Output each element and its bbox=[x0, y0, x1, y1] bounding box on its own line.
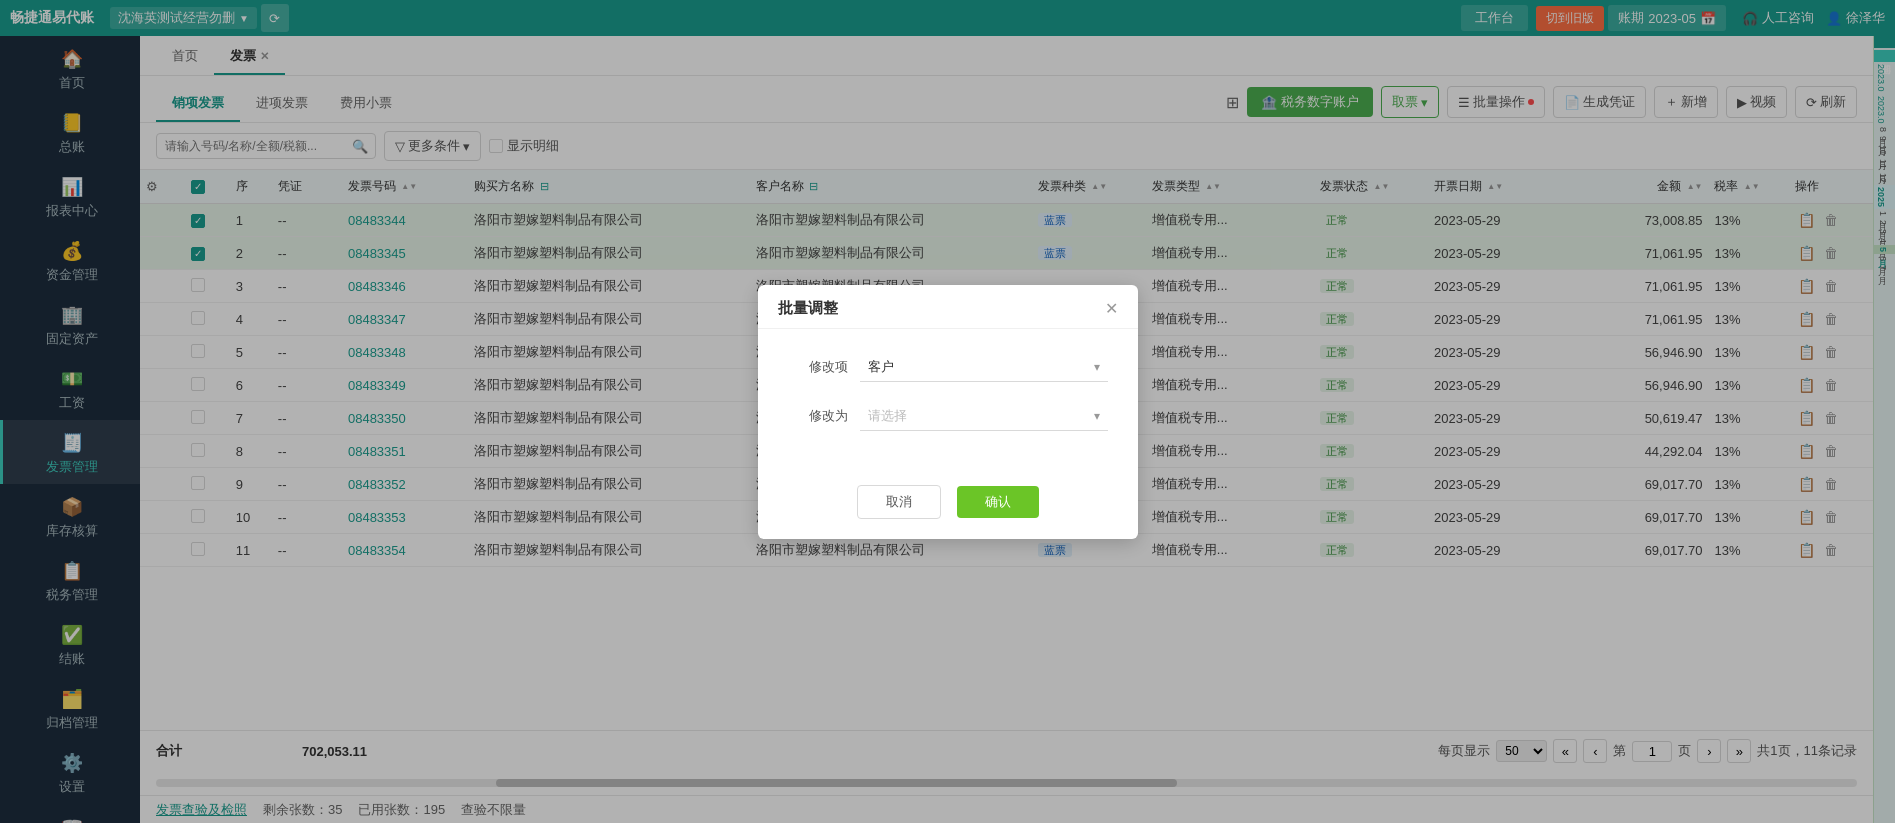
value-select-placeholder: 请选择 bbox=[868, 407, 907, 425]
batch-adjust-modal: 批量调整 ✕ 修改项 客户 ▾ 修改为 请选择 ▾ 取消 确认 bbox=[758, 285, 1138, 539]
modal-footer: 取消 确认 bbox=[758, 475, 1138, 539]
modal-body: 修改项 客户 ▾ 修改为 请选择 ▾ bbox=[758, 329, 1138, 475]
form-row-field: 修改项 客户 ▾ bbox=[788, 353, 1108, 382]
field-label: 修改项 bbox=[788, 358, 848, 376]
field-select-arrow-icon: ▾ bbox=[1094, 360, 1100, 374]
modal-confirm-btn[interactable]: 确认 bbox=[957, 486, 1039, 518]
field-select-value: 客户 bbox=[868, 358, 894, 376]
value-select[interactable]: 请选择 ▾ bbox=[860, 402, 1108, 431]
modal-title: 批量调整 bbox=[778, 299, 838, 318]
field-select[interactable]: 客户 ▾ bbox=[860, 353, 1108, 382]
modal-close-btn[interactable]: ✕ bbox=[1105, 299, 1118, 318]
modal-cancel-btn[interactable]: 取消 bbox=[857, 485, 941, 519]
value-select-arrow-icon: ▾ bbox=[1094, 409, 1100, 423]
form-row-value: 修改为 请选择 ▾ bbox=[788, 402, 1108, 431]
modal-overlay: 批量调整 ✕ 修改项 客户 ▾ 修改为 请选择 ▾ 取消 确认 bbox=[0, 0, 1895, 823]
value-label: 修改为 bbox=[788, 407, 848, 425]
modal-header: 批量调整 ✕ bbox=[758, 285, 1138, 329]
